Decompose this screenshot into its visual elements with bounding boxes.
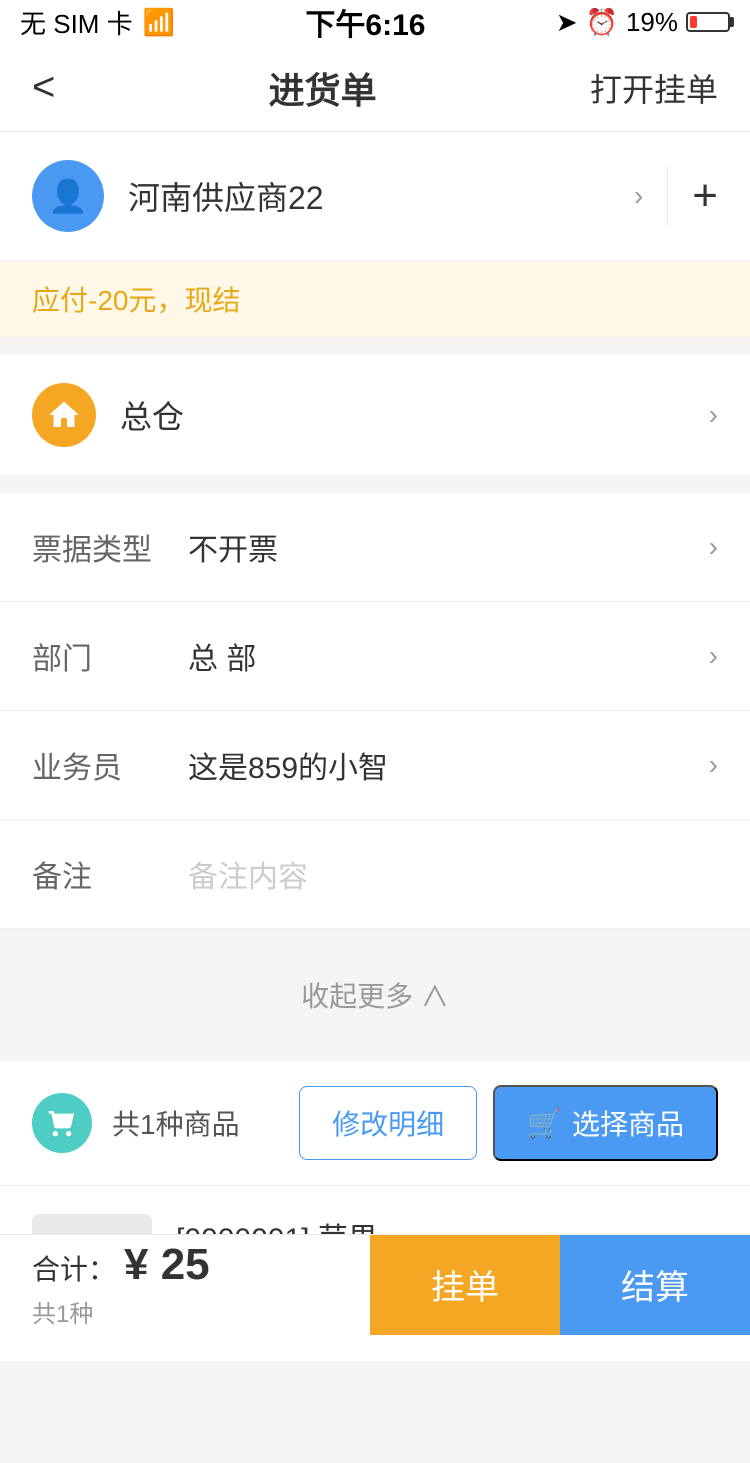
salesperson-row[interactable]: 业务员 这是859的小智 › (0, 711, 750, 820)
collapse-toggle[interactable]: 收起更多 ∧ (0, 947, 750, 1043)
checkout-button[interactable]: 结算 (560, 1235, 750, 1335)
battery-text: 19% (626, 7, 678, 38)
salesperson-label: 业务员 (32, 743, 172, 787)
total-count: 共1种 (32, 1294, 338, 1329)
total-amount: ¥ 25 (124, 1240, 210, 1290)
department-value: 总 部 (172, 634, 709, 678)
alarm-icon: ⏰ (586, 7, 618, 38)
supplier-avatar: 👤 (32, 160, 104, 232)
battery-icon (686, 12, 730, 32)
select-product-button[interactable]: 🛒 选择商品 (493, 1085, 718, 1161)
warehouse-chevron-icon: › (709, 399, 718, 431)
department-row[interactable]: 部门 总 部 › (0, 602, 750, 711)
supplier-name: 河南供应商22 (128, 173, 634, 219)
footer: 合计： ¥ 25 共1种 挂单 结算 (0, 1234, 750, 1334)
department-chevron-icon: › (709, 640, 718, 672)
status-left: 无 SIM 卡 📶 (20, 4, 175, 41)
product-count: 共1种商品 (112, 1103, 299, 1143)
avatar-icon: 👤 (48, 177, 88, 215)
nav-bar: < 进货单 打开挂单 (0, 44, 750, 132)
notice-banner: 应付-20元，现结 (0, 261, 750, 337)
supplier-chevron-icon: › (634, 180, 643, 212)
department-label: 部门 (32, 634, 172, 678)
form-card: 票据类型 不开票 › 部门 总 部 › 业务员 这是859的小智 › 备注 备注… (0, 493, 750, 929)
supplier-card: 👤 河南供应商22 › + 应付-20元，现结 (0, 132, 750, 337)
ticket-type-chevron-icon: › (709, 531, 718, 563)
remark-row[interactable]: 备注 备注内容 (0, 820, 750, 929)
warehouse-name: 总仓 (120, 392, 709, 438)
add-button[interactable]: + (692, 171, 718, 221)
supplier-row[interactable]: 👤 河南供应商22 › + (0, 132, 750, 261)
pending-button[interactable]: 挂单 (370, 1235, 560, 1335)
select-product-label: 选择商品 (572, 1103, 684, 1143)
checkout-label: 结算 (621, 1260, 689, 1309)
total-label: 合计： (32, 1248, 116, 1288)
ticket-type-value: 不开票 (172, 525, 709, 569)
wifi-icon: 📶 (143, 7, 175, 38)
carrier-text: 无 SIM 卡 (20, 4, 133, 41)
ticket-type-row[interactable]: 票据类型 不开票 › (0, 493, 750, 602)
open-pending-button[interactable]: 打开挂单 (590, 65, 718, 111)
footer-spacer (0, 1363, 750, 1463)
product-header: 共1种商品 修改明细 🛒 选择商品 (0, 1061, 750, 1186)
footer-total: 合计： ¥ 25 共1种 (0, 1240, 370, 1329)
warehouse-card[interactable]: 总仓 › (0, 355, 750, 475)
edit-detail-button[interactable]: 修改明细 (299, 1086, 477, 1160)
remark-label: 备注 (32, 852, 172, 896)
page-title: 进货单 (269, 62, 377, 114)
back-button[interactable]: < (32, 65, 55, 110)
cart-icon (46, 1107, 78, 1139)
warehouse-row[interactable]: 总仓 › (0, 355, 750, 475)
home-icon (46, 397, 82, 433)
status-time: 下午6:16 (305, 0, 425, 44)
vertical-divider (667, 166, 668, 226)
pending-label: 挂单 (431, 1260, 499, 1309)
warehouse-icon (32, 383, 96, 447)
collapse-label: 收起更多 ∧ (301, 981, 449, 1012)
total-row: 合计： ¥ 25 (32, 1240, 338, 1290)
product-icon (32, 1093, 92, 1153)
status-bar: 无 SIM 卡 📶 下午6:16 ➤ ⏰ 19% (0, 0, 750, 44)
cart-add-icon: 🛒 (527, 1107, 562, 1140)
ticket-type-label: 票据类型 (32, 525, 172, 569)
remark-input[interactable]: 备注内容 (172, 852, 718, 896)
salesperson-value: 这是859的小智 (172, 743, 709, 787)
location-icon: ➤ (556, 7, 578, 38)
status-right: ➤ ⏰ 19% (556, 7, 730, 38)
salesperson-chevron-icon: › (709, 749, 718, 781)
